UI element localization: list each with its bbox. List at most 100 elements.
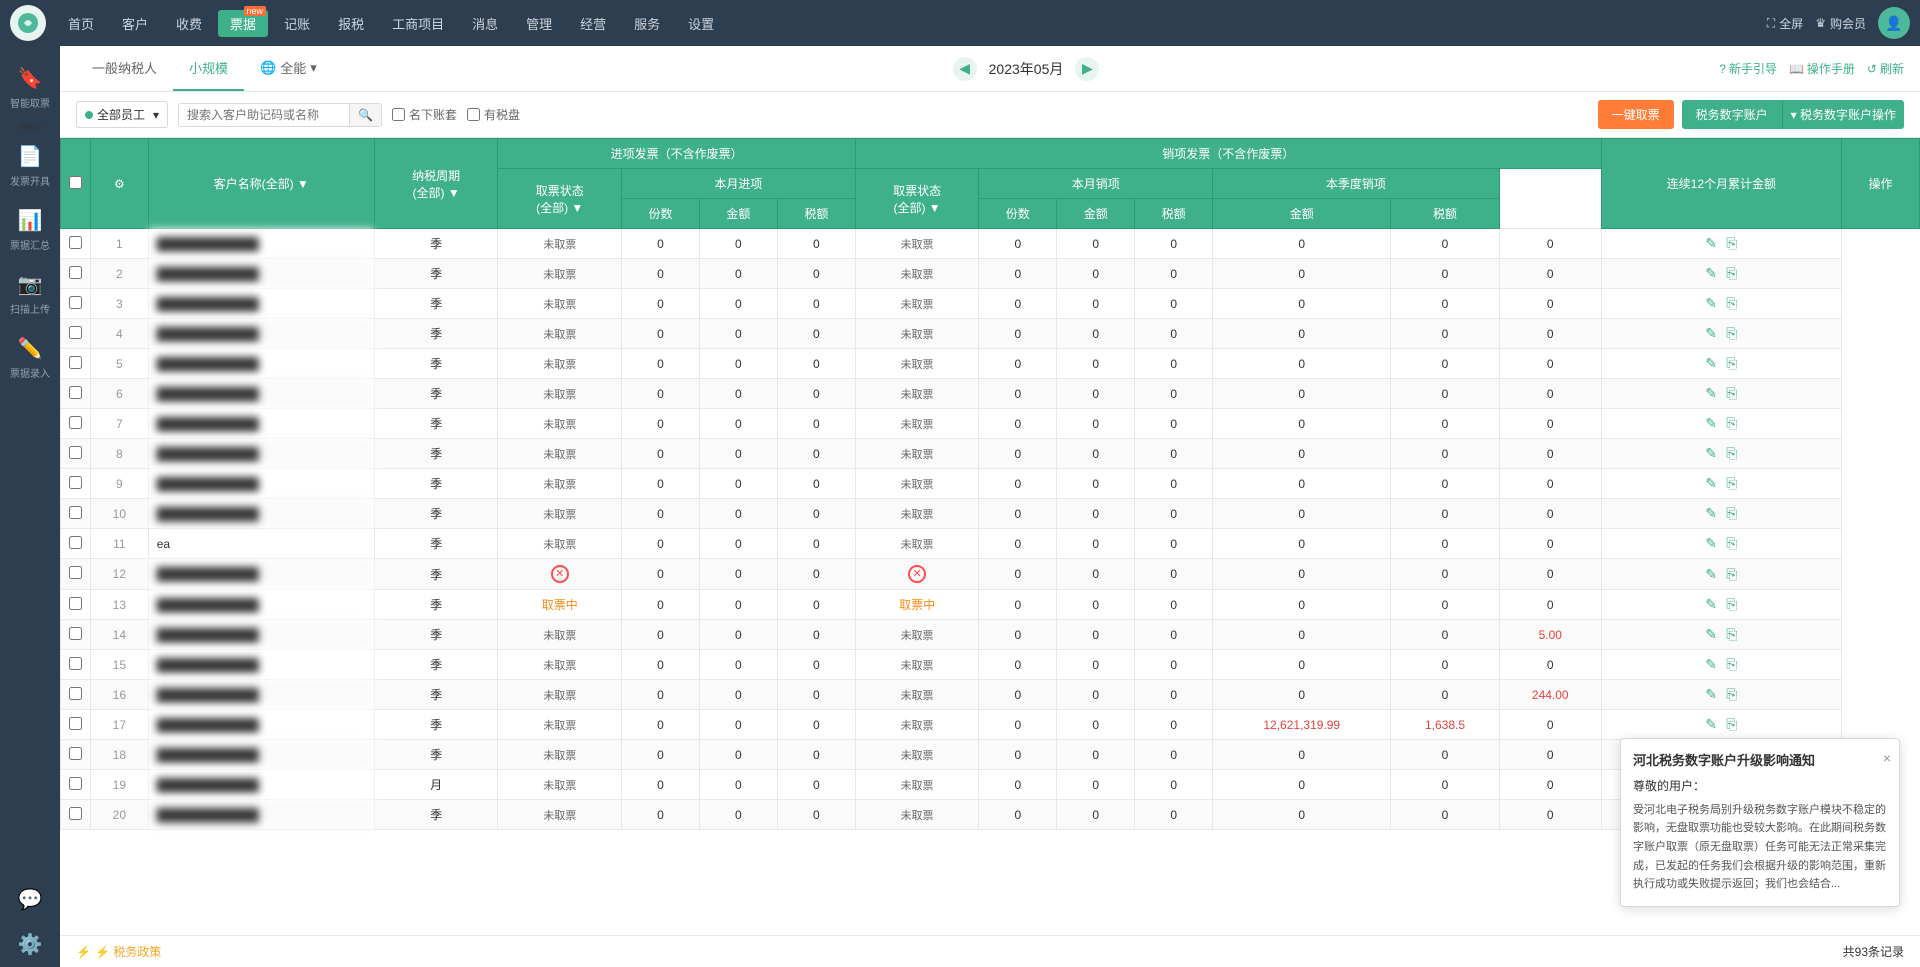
sidebar-item-chat[interactable]: 💬 [0, 877, 60, 922]
search-input[interactable] [179, 104, 349, 126]
copy-btn[interactable]: ⎘ [1723, 235, 1740, 252]
edit-btn[interactable]: ✎ [1702, 445, 1720, 462]
manual-btn[interactable]: 📖 操作手册 [1789, 60, 1855, 77]
one-click-ticket-btn[interactable]: 一键取票 [1598, 100, 1674, 129]
tax-period-header[interactable]: 纳税周期(全部) ▼ [374, 139, 498, 229]
edit-btn[interactable]: ✎ [1702, 475, 1720, 492]
employee-select[interactable]: 全部员工 ▾ [76, 101, 168, 128]
nav-management[interactable]: 管理 [514, 10, 564, 37]
row-checkbox[interactable] [69, 446, 82, 459]
row-checkbox[interactable] [69, 236, 82, 249]
nav-messages[interactable]: 消息 [460, 10, 510, 37]
edit-btn[interactable]: ✎ [1702, 385, 1720, 402]
copy-btn[interactable]: ⎘ [1723, 716, 1740, 733]
edit-btn[interactable]: ✎ [1702, 295, 1720, 312]
popup-close-btn[interactable]: × [1883, 747, 1891, 769]
row-checkbox[interactable] [69, 597, 82, 610]
edit-btn[interactable]: ✎ [1702, 596, 1720, 613]
row-checkbox[interactable] [69, 296, 82, 309]
row-checkbox[interactable] [69, 777, 82, 790]
sidebar-item-invoice-open[interactable]: 📄 发票开具 [0, 134, 60, 198]
row-checkbox[interactable] [69, 356, 82, 369]
edit-btn[interactable]: ✎ [1702, 566, 1720, 583]
nav-billing[interactable]: 收费 [164, 10, 214, 37]
copy-btn[interactable]: ⎘ [1723, 265, 1740, 282]
edit-btn[interactable]: ✎ [1702, 656, 1720, 673]
sidebar-item-invoice-entry[interactable]: ✏️ 票据录入 [0, 326, 60, 390]
row-checkbox[interactable] [69, 506, 82, 519]
copy-btn[interactable]: ⎘ [1723, 656, 1740, 673]
copy-btn[interactable]: ⎘ [1723, 535, 1740, 552]
row-checkbox[interactable] [69, 416, 82, 429]
edit-btn[interactable]: ✎ [1702, 265, 1720, 282]
nav-services[interactable]: 服务 [622, 10, 672, 37]
vip-btn[interactable]: ♛ 购会员 [1815, 15, 1866, 32]
copy-btn[interactable]: ⎘ [1723, 445, 1740, 462]
customer-name-header[interactable]: 客户名称(全部) ▼ [148, 139, 374, 229]
tax-disk-checkbox[interactable] [467, 108, 480, 121]
sidebar-item-scan-upload[interactable]: 📷 扫描上传 [0, 262, 60, 326]
checkbox-tax-disk[interactable]: 有税盘 [467, 106, 520, 123]
edit-btn[interactable]: ✎ [1702, 355, 1720, 372]
edit-btn[interactable]: ✎ [1702, 716, 1720, 733]
sidebar-item-smart-ticket[interactable]: 🔖 智能取票 [0, 56, 60, 120]
edit-btn[interactable]: ✎ [1702, 325, 1720, 342]
digital-account-dropdown-btn[interactable]: ▾ 税务数字账户操作 [1782, 100, 1904, 129]
copy-btn[interactable]: ⎘ [1723, 415, 1740, 432]
copy-btn[interactable]: ⎘ [1723, 295, 1740, 312]
copy-btn[interactable]: ⎘ [1723, 566, 1740, 583]
nav-home[interactable]: 首页 [56, 10, 106, 37]
nav-invoice[interactable]: 票据 new [218, 10, 268, 37]
copy-btn[interactable]: ⎘ [1723, 686, 1740, 703]
row-checkbox[interactable] [69, 476, 82, 489]
in-status-header[interactable]: 取票状态(全部) ▼ [498, 169, 622, 229]
search-button[interactable]: 🔍 [349, 104, 381, 126]
tab-small-scale[interactable]: 小规模 [173, 46, 244, 91]
copy-btn[interactable]: ⎘ [1723, 475, 1740, 492]
row-checkbox[interactable] [69, 386, 82, 399]
nav-tax[interactable]: 报税 [326, 10, 376, 37]
copy-btn[interactable]: ⎘ [1723, 505, 1740, 522]
copy-btn[interactable]: ⎘ [1723, 385, 1740, 402]
row-checkbox[interactable] [69, 807, 82, 820]
row-checkbox[interactable] [69, 657, 82, 670]
new-guide-btn[interactable]: ? 新手引导 [1719, 60, 1777, 77]
row-checkbox[interactable] [69, 717, 82, 730]
sidebar-item-invoice-summary[interactable]: 📊 票据汇总 [0, 198, 60, 262]
row-checkbox[interactable] [69, 627, 82, 640]
copy-btn[interactable]: ⎘ [1723, 325, 1740, 342]
row-checkbox[interactable] [69, 566, 82, 579]
row-checkbox[interactable] [69, 326, 82, 339]
edit-btn[interactable]: ✎ [1702, 415, 1720, 432]
policy-link[interactable]: ⚡ ⚡ 税务政策 [76, 943, 161, 960]
edit-btn[interactable]: ✎ [1702, 686, 1720, 703]
user-avatar[interactable]: 👤 [1878, 7, 1910, 39]
copy-btn[interactable]: ⎘ [1723, 596, 1740, 613]
sidebar-item-settings[interactable]: ⚙️ [0, 922, 60, 967]
tab-all[interactable]: 🌐 全能 ▾ [244, 46, 333, 91]
tab-general-taxpayer[interactable]: 一般纳税人 [76, 46, 173, 91]
edit-btn[interactable]: ✎ [1702, 505, 1720, 522]
nav-customer[interactable]: 客户 [110, 10, 160, 37]
account-checkbox[interactable] [392, 108, 405, 121]
refresh-btn[interactable]: ↺ 刷新 [1867, 60, 1904, 77]
digital-account-btn[interactable]: 税务数字账户 [1682, 100, 1782, 129]
nav-accounting[interactable]: 记账 [272, 10, 322, 37]
row-checkbox[interactable] [69, 266, 82, 279]
out-status-header[interactable]: 取票状态(全部) ▼ [855, 169, 979, 229]
checkbox-account[interactable]: 名下账套 [392, 106, 457, 123]
edit-btn[interactable]: ✎ [1702, 535, 1720, 552]
copy-btn[interactable]: ⎘ [1723, 626, 1740, 643]
fullscreen-btn[interactable]: ⛶ 全屏 [1767, 15, 1803, 32]
edit-btn[interactable]: ✎ [1702, 235, 1720, 252]
select-all-checkbox[interactable] [69, 176, 82, 189]
row-checkbox[interactable] [69, 536, 82, 549]
nav-business[interactable]: 工商项目 [380, 10, 456, 37]
row-checkbox[interactable] [69, 687, 82, 700]
edit-btn[interactable]: ✎ [1702, 626, 1720, 643]
copy-btn[interactable]: ⎘ [1723, 355, 1740, 372]
row-checkbox[interactable] [69, 747, 82, 760]
next-period-btn[interactable]: ▶ [1075, 57, 1099, 81]
prev-period-btn[interactable]: ◀ [953, 57, 977, 81]
nav-settings[interactable]: 设置 [676, 10, 726, 37]
